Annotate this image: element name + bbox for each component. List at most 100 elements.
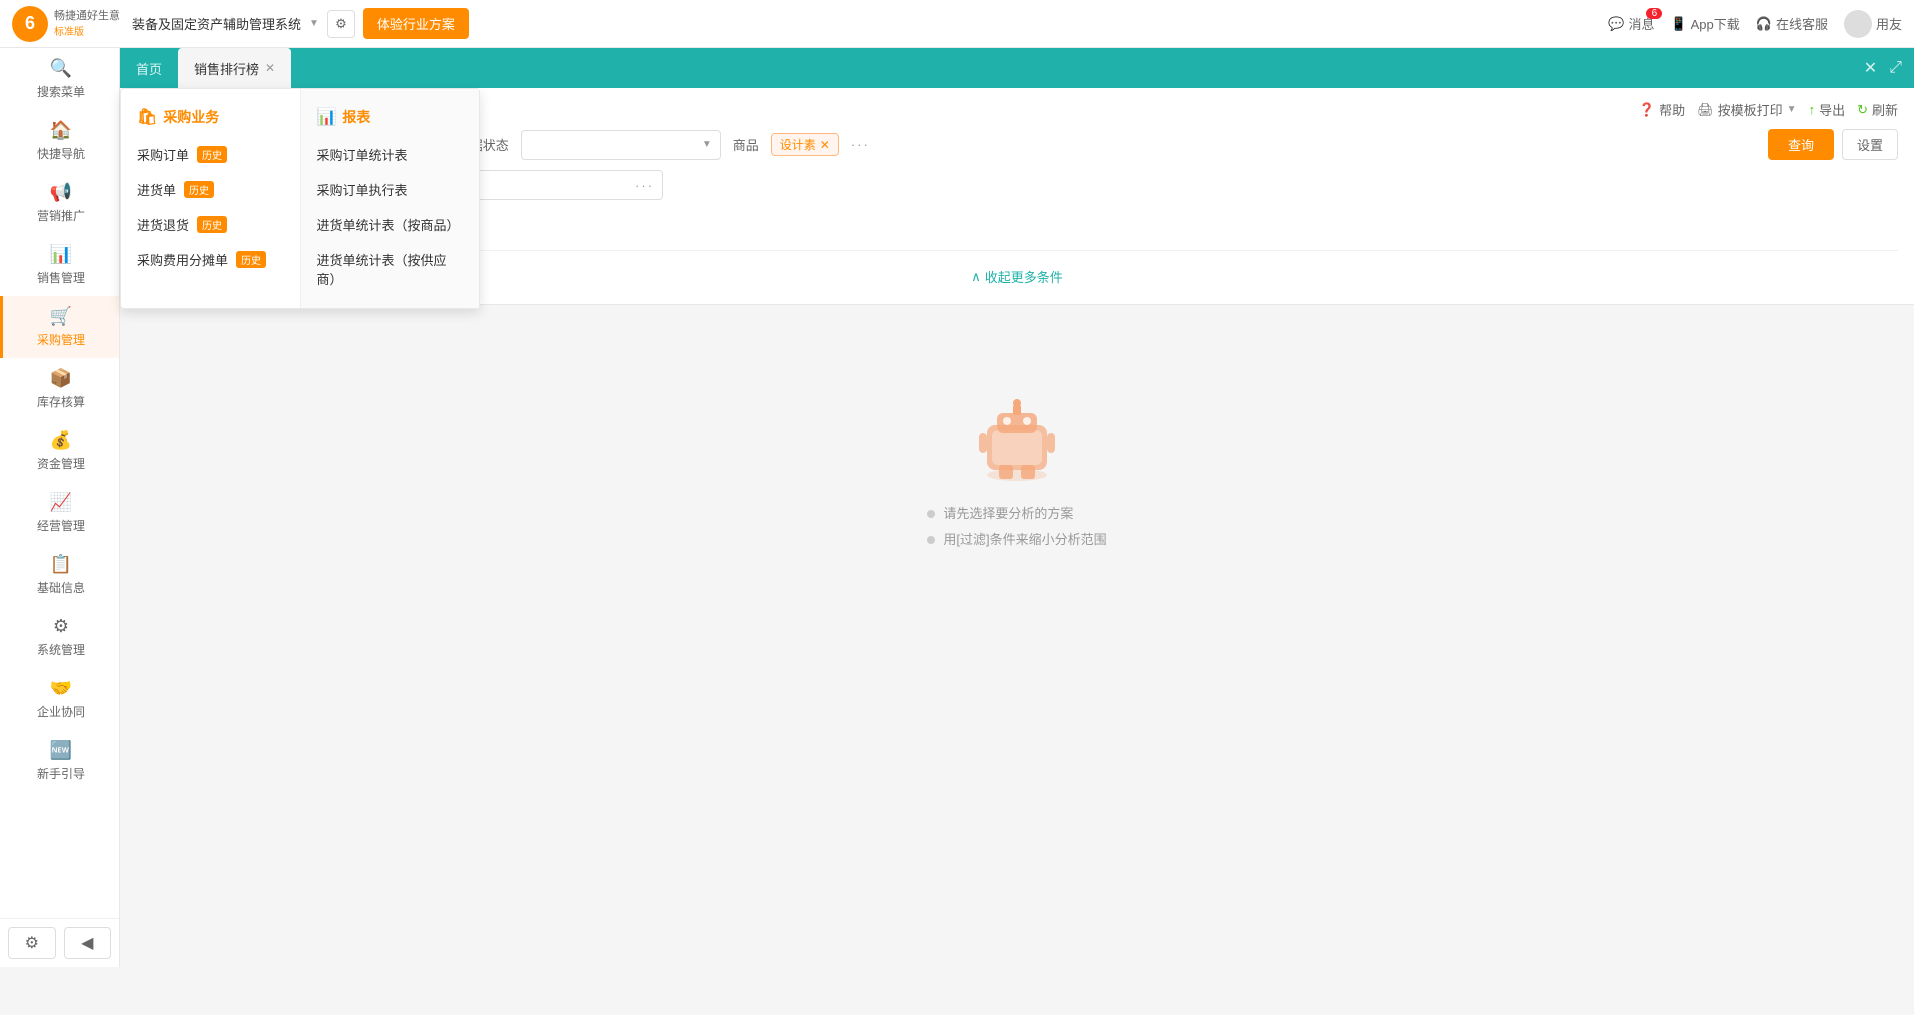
toolbar-right: ❓ 帮助 🖨 按模板打印 ▼ ↑ 导出 ↻: [1639, 100, 1898, 119]
message-badge: 6: [1646, 8, 1662, 19]
empty-tip-2: 用[过滤]条件来缩小分析范围: [927, 527, 1106, 553]
sidebar-item-finance[interactable]: 💰 资金管理: [0, 420, 119, 482]
tabbar-right: ✕ ⤢: [1860, 54, 1914, 82]
purchase-order-label: 采购订单: [137, 145, 189, 164]
system-settings-button[interactable]: ⚙: [327, 10, 355, 38]
goods-label: 商品: [733, 135, 759, 154]
sidebar-item-label: 营销推广: [37, 207, 85, 224]
user-avatar-area[interactable]: 用友: [1844, 10, 1902, 38]
tab-close-icon[interactable]: ✕: [265, 61, 275, 75]
finance-icon: 💰: [50, 430, 72, 451]
sidebar-collapse-button[interactable]: ◀: [64, 927, 112, 959]
inventory-icon: 📦: [50, 368, 72, 389]
collapse-icon: ∧: [971, 269, 981, 285]
dropdown-item-return[interactable]: 进货退货 历史: [121, 207, 300, 242]
avatar: [1844, 10, 1872, 38]
sidebar-item-purchase[interactable]: 🛒 采购管理: [0, 296, 119, 358]
app-download-button[interactable]: 📱 App下载: [1670, 14, 1739, 33]
dropdown-overlay: 🛍 采购业务 采购订单 历史 进货单 历史 进货退货 历史 采购费用分摊单 历史: [120, 88, 480, 309]
return-label: 进货退货: [137, 215, 189, 234]
dropdown-item-receipt-stats-goods[interactable]: 进货单统计表（按商品）: [301, 207, 480, 242]
dropdown-item-order-exec[interactable]: 采购订单执行表: [301, 172, 480, 207]
salesperson-select[interactable]: ···: [463, 170, 663, 200]
sidebar-item-system[interactable]: ⚙ 系统管理: [0, 606, 119, 668]
sidebar-item-operation[interactable]: 📈 经营管理: [0, 482, 119, 544]
sidebar-item-cooperation[interactable]: 🤝 企业协同: [0, 668, 119, 730]
sidebar-item-label: 搜索菜单: [37, 83, 85, 100]
print-button[interactable]: 🖨 按模板打印 ▼: [1697, 100, 1796, 119]
tabbar: 首页 销售排行榜 ✕ ✕ ⤢: [120, 48, 1914, 88]
tab-home-label: 首页: [136, 59, 162, 78]
tabbar-expand-button[interactable]: ⤢: [1885, 55, 1906, 81]
sidebar-bottom: ⚙ ◀: [0, 918, 119, 967]
logo-icon: 6: [12, 6, 48, 42]
sidebar-item-label: 经营管理: [37, 517, 85, 534]
mobile-icon: 📱: [1670, 16, 1686, 32]
sidebar-item-guide[interactable]: 🆕 新手引导: [0, 730, 119, 792]
sidebar-item-marketing[interactable]: 📢 营销推广: [0, 172, 119, 234]
dropdown-item-receipt[interactable]: 进货单 历史: [121, 172, 300, 207]
order-exec-label: 采购订单执行表: [317, 180, 408, 199]
system-dropdown-arrow[interactable]: ▼: [309, 18, 319, 29]
sidebar-item-sales[interactable]: 📊 销售管理: [0, 234, 119, 296]
dropdown-item-receipt-stats-supplier[interactable]: 进货单统计表（按供应商）: [301, 242, 480, 296]
search-button[interactable]: 查询: [1768, 129, 1834, 160]
sidebar-item-basic-info[interactable]: 📋 基础信息: [0, 544, 119, 606]
history-badge-0: 历史: [197, 146, 227, 163]
search-icon: 🔍: [50, 58, 72, 79]
sidebar-item-label: 采购管理: [37, 331, 85, 348]
print-dropdown-arrow[interactable]: ▼: [1787, 104, 1797, 115]
system-icon: ⚙: [53, 616, 69, 637]
tab-sales-rank[interactable]: 销售排行榜 ✕: [178, 48, 291, 88]
system-name: 装备及固定资产辅助管理系统: [132, 14, 301, 33]
help-button[interactable]: ❓ 帮助: [1639, 100, 1685, 119]
sidebar-settings-button[interactable]: ⚙: [8, 927, 56, 959]
sidebar-item-label: 新手引导: [37, 765, 85, 782]
dropdown-col-business: 🛍 采购业务 采购订单 历史 进货单 历史 进货退货 历史 采购费用分摊单 历史: [121, 89, 300, 308]
dropdown-item-purchase-order[interactable]: 采购订单 历史: [121, 137, 300, 172]
print-icon: 🖨: [1697, 102, 1714, 118]
topbar-actions: 💬 消息 6 📱 App下载 🎧 在线客服 用友: [1608, 10, 1902, 38]
dropdown-col-report-title: 📊 报表: [301, 101, 480, 137]
goods-more-dots[interactable]: ···: [851, 137, 870, 152]
export-button[interactable]: ↑ 导出: [1809, 100, 1846, 119]
purchase-dropdown-menu: 🛍 采购业务 采购订单 历史 进货单 历史 进货退货 历史 采购费用分摊单 历史: [120, 88, 480, 309]
salesperson-dots[interactable]: ···: [635, 178, 654, 193]
doc-status-select[interactable]: ▼: [521, 130, 721, 160]
dropdown-col-report: 📊 报表 采购订单统计表 采购订单执行表 进货单统计表（按商品） 进货单统计表（…: [300, 89, 480, 308]
collapse-button[interactable]: ∧ 收起更多条件: [955, 261, 1079, 292]
home-icon: 🏠: [50, 120, 72, 141]
tabbar-close-button[interactable]: ✕: [1860, 54, 1881, 82]
refresh-button[interactable]: ↻ 刷新: [1857, 100, 1898, 119]
headset-icon: 🎧: [1756, 16, 1772, 32]
topbar: 6 畅捷通好生意 标准版 装备及固定资产辅助管理系统 ▼ ⚙ 体验行业方案 💬 …: [0, 0, 1914, 48]
system-area: 装备及固定资产辅助管理系统 ▼ ⚙ 体验行业方案: [132, 8, 1608, 39]
logo-area: 6 畅捷通好生意 标准版: [12, 6, 132, 42]
sidebar-item-search[interactable]: 🔍 搜索菜单: [0, 48, 119, 110]
export-icon: ↑: [1809, 102, 1816, 117]
logo-text: 畅捷通好生意 标准版: [54, 9, 120, 38]
basic-info-icon: 📋: [50, 554, 72, 575]
sidebar-item-quick-nav[interactable]: 🏠 快捷导航: [0, 110, 119, 172]
online-service-button[interactable]: 🎧 在线客服: [1756, 14, 1828, 33]
operation-icon: 📈: [50, 492, 72, 513]
guide-icon: 🆕: [50, 740, 72, 761]
report-col-icon: 📊: [317, 107, 337, 127]
receipt-stats-supplier-label: 进货单统计表（按供应商）: [317, 250, 464, 288]
message-icon: 💬: [1608, 16, 1624, 32]
tab-home[interactable]: 首页: [120, 48, 178, 88]
help-icon: ❓: [1639, 102, 1655, 118]
industry-solution-button[interactable]: 体验行业方案: [363, 8, 469, 39]
set-button[interactable]: 设置: [1842, 129, 1898, 160]
history-badge-2: 历史: [197, 216, 227, 233]
sidebar-item-inventory[interactable]: 📦 库存核算: [0, 358, 119, 420]
dropdown-item-expense[interactable]: 采购费用分摊单 历史: [121, 242, 300, 277]
goods-tag: 设计素 ✕: [771, 133, 839, 156]
goods-tag-close[interactable]: ✕: [820, 138, 830, 152]
dropdown-item-order-stats[interactable]: 采购订单统计表: [301, 137, 480, 172]
user-name: 用友: [1876, 14, 1902, 33]
sidebar-item-label: 资金管理: [37, 455, 85, 472]
marketing-icon: 📢: [50, 182, 72, 203]
business-col-icon: 🛍: [137, 107, 157, 127]
message-button[interactable]: 💬 消息 6: [1608, 14, 1654, 33]
